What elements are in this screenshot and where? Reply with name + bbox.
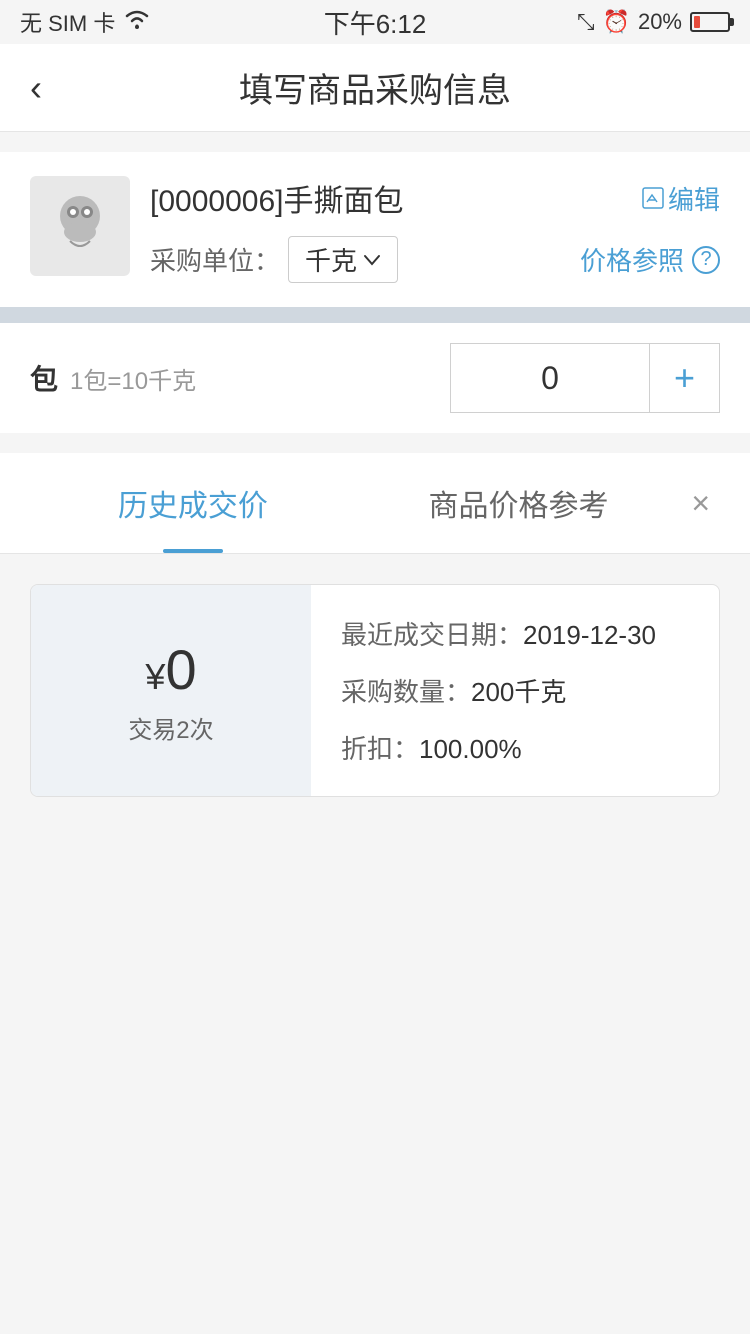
unit-info: 包 1包=10千克 — [30, 358, 196, 398]
purchase-unit-label: 采购单位： — [150, 241, 280, 278]
status-left: 无 SIM 卡 — [20, 6, 151, 38]
quantity-plus-button[interactable]: + — [650, 343, 720, 413]
tab-history-price[interactable]: 历史成交价 — [30, 453, 356, 553]
unit-badge: 包 — [30, 358, 58, 398]
quantity-row: 包 1包=10千克 0 + — [0, 323, 750, 433]
history-card-left: ¥0 交易2次 — [31, 585, 311, 796]
back-button[interactable]: ‹ — [30, 67, 42, 109]
battery-percent: 20% — [638, 9, 682, 35]
price-display: ¥0 — [145, 637, 196, 702]
product-thumbnail — [30, 176, 130, 276]
page-title: 填写商品采购信息 — [239, 63, 511, 112]
info-icon: ? — [692, 246, 720, 274]
product-card: [0000006]手撕面包 编辑 采购单位： 千克 — [0, 152, 750, 307]
quantity-input[interactable]: 0 — [450, 343, 650, 413]
edit-button[interactable]: 编辑 — [642, 180, 720, 217]
purchase-unit-row: 采购单位： 千克 价格参照 ? — [150, 236, 720, 283]
product-name: [0000006]手撕面包 — [150, 176, 403, 220]
discount-row: 折扣：100.00% — [341, 729, 689, 766]
history-card: ¥0 交易2次 最近成交日期：2019-12-30 采购数量：200千克 折扣：… — [30, 584, 720, 797]
product-info: [0000006]手撕面包 编辑 采购单位： 千克 — [150, 176, 720, 283]
recent-date-row: 最近成交日期：2019-12-30 — [341, 615, 689, 652]
location-icon: ⤡ — [577, 9, 595, 35]
alarm-icon: ⏰ — [603, 9, 630, 35]
trade-count: 交易2次 — [128, 710, 213, 745]
wifi-icon — [123, 8, 151, 36]
tab-close-button[interactable]: × — [681, 475, 720, 532]
edit-icon — [642, 187, 664, 209]
quantity-controls: 0 + — [450, 343, 720, 413]
product-image-icon — [40, 186, 120, 266]
unit-convert: 1包=10千克 — [70, 361, 196, 396]
tabs-container: 历史成交价 商品价格参考 × — [0, 453, 750, 554]
unit-left: 采购单位： 千克 — [150, 236, 398, 283]
tab-price-reference[interactable]: 商品价格参考 — [356, 453, 682, 553]
nav-bar: ‹ 填写商品采购信息 — [0, 44, 750, 132]
carrier-text: 无 SIM 卡 — [20, 6, 115, 38]
status-time: 下午6:12 — [324, 4, 427, 41]
status-bar: 无 SIM 卡 下午6:12 ⤡ ⏰ 20% — [0, 0, 750, 44]
purchase-qty-row: 采购数量：200千克 — [341, 672, 689, 709]
status-right: ⤡ ⏰ 20% — [577, 9, 730, 35]
chevron-down-icon — [363, 254, 381, 266]
price-ref-button[interactable]: 价格参照 ? — [580, 241, 720, 278]
product-header: [0000006]手撕面包 编辑 — [150, 176, 720, 220]
section-divider — [0, 307, 750, 323]
battery-icon — [690, 12, 730, 32]
unit-dropdown[interactable]: 千克 — [288, 236, 398, 283]
history-card-right: 最近成交日期：2019-12-30 采购数量：200千克 折扣：100.00% — [311, 585, 719, 796]
history-section: ¥0 交易2次 最近成交日期：2019-12-30 采购数量：200千克 折扣：… — [0, 554, 750, 1154]
